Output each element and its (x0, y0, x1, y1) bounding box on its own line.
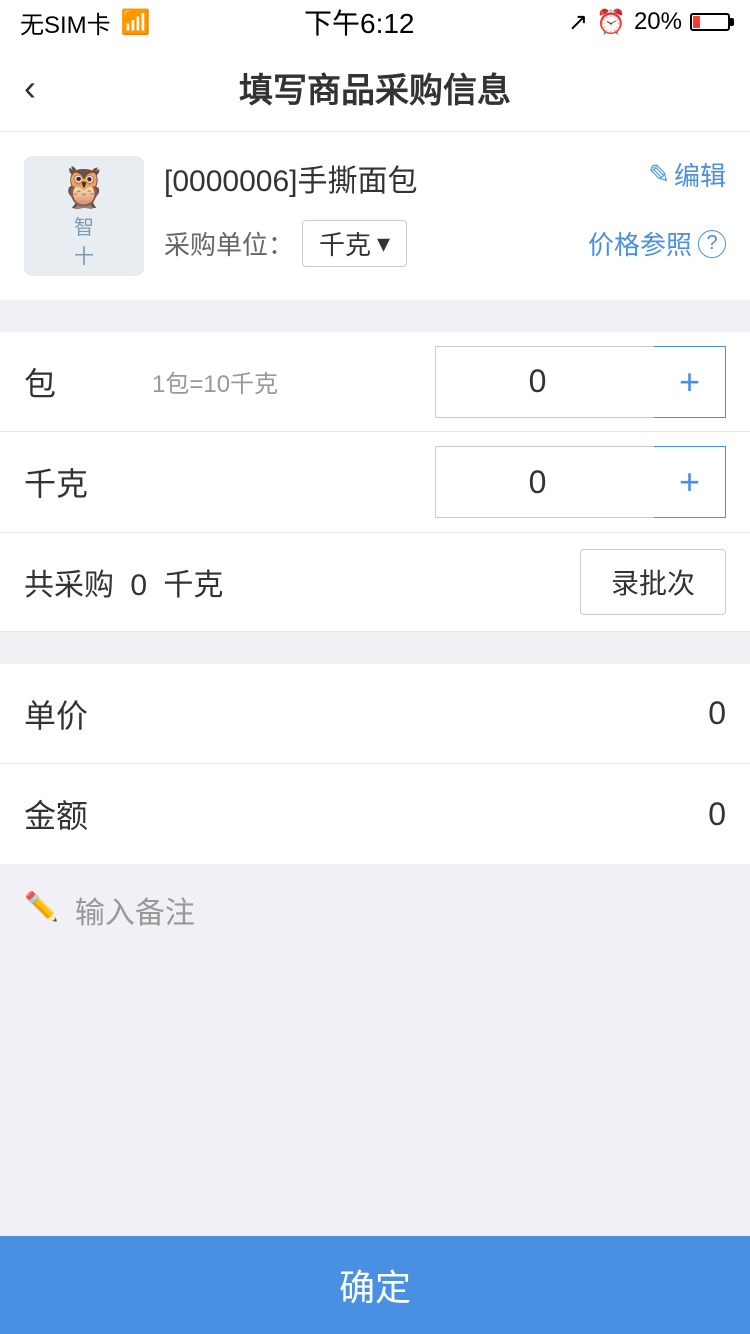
location-icon: ↗ (568, 8, 588, 37)
product-image: 🦉 智 十 (24, 156, 144, 276)
info-section: 单价 0 金额 0 (0, 664, 750, 864)
battery-percent: 20% (634, 8, 682, 36)
kg-field-wrap: + (435, 446, 726, 518)
unit-select-dropdown[interactable]: 千克 ▾ (302, 220, 407, 267)
help-icon: ? (698, 230, 726, 258)
kg-plus-button[interactable]: + (654, 446, 726, 518)
summary-amount: 0 (130, 569, 147, 602)
product-name-row: [0000006]手撕面包 ✎ 编辑 (164, 156, 726, 200)
bottom-spacer (0, 1064, 750, 1264)
product-info: [0000006]手撕面包 ✎ 编辑 采购单位： 千克 ▾ 价格参照 ? (164, 156, 726, 267)
batch-button[interactable]: 录批次 (580, 549, 726, 615)
status-bar: 无SIM卡 📶 下午6:12 ↗ ⏰ 20% (0, 0, 750, 44)
notes-placeholder-text: 输入备注 (75, 888, 195, 932)
status-left: 无SIM卡 📶 (20, 5, 151, 40)
package-input-row: 包 1包=10千克 + (0, 332, 750, 432)
confirm-button[interactable]: 确定 (0, 1236, 750, 1334)
amount-label: 金额 (24, 791, 88, 837)
kg-input-row: 千克 + (0, 432, 750, 532)
package-plus-button[interactable]: + (654, 346, 726, 418)
status-time: 下午6:12 (304, 2, 415, 42)
chevron-down-icon: ▾ (377, 228, 390, 259)
notes-section[interactable]: ✏️ 输入备注 (0, 864, 750, 1064)
back-button[interactable]: ‹ (24, 67, 36, 109)
section-divider-1 (0, 316, 750, 332)
product-unit-row: 采购单位： 千克 ▾ 价格参照 ? (164, 220, 726, 267)
unit-price-value: 0 (708, 695, 726, 732)
nav-bar: ‹ 填写商品采购信息 (0, 44, 750, 132)
product-logo-line1: 智 (74, 211, 94, 240)
amount-value: 0 (708, 796, 726, 833)
summary-row: 共采购 0 千克 录批次 (0, 532, 750, 632)
package-field-wrap: + (435, 346, 726, 418)
unit-prefix-label: 采购单位： (164, 225, 294, 262)
confirm-label: 确定 (339, 1259, 411, 1311)
edit-button[interactable]: ✎ 编辑 (648, 156, 726, 193)
price-reference-button[interactable]: 价格参照 ? (588, 225, 726, 262)
unit-label-wrap: 采购单位： 千克 ▾ (164, 220, 407, 267)
unit-price-label: 单价 (24, 691, 88, 737)
unit-select-value: 千克 (319, 225, 371, 262)
product-full-name: [0000006]手撕面包 (164, 156, 417, 200)
pencil-icon: ✏️ (24, 890, 59, 923)
price-ref-label: 价格参照 (588, 225, 692, 262)
summary-text: 共采购 0 千克 (24, 560, 223, 604)
alarm-icon: ⏰ (596, 8, 626, 37)
product-card: 🦉 智 十 [0000006]手撕面包 ✎ 编辑 采购单位： 千克 ▾ 价格参照… (0, 132, 750, 300)
input-section: 包 1包=10千克 + 千克 + (0, 332, 750, 532)
page-title: 填写商品采购信息 (239, 63, 511, 112)
summary-unit: 千克 (163, 569, 223, 602)
carrier-label: 无SIM卡 (20, 5, 111, 40)
package-label: 包 (24, 359, 144, 405)
status-right: ↗ ⏰ 20% (568, 8, 730, 37)
edit-icon: ✎ (648, 159, 670, 190)
product-logo-line2: 十 (74, 240, 94, 269)
kg-label: 千克 (24, 459, 144, 505)
summary-prefix: 共采购 (24, 569, 114, 602)
package-sublabel: 1包=10千克 (152, 364, 435, 399)
package-input[interactable] (435, 346, 655, 418)
battery-fill (693, 16, 700, 28)
product-logo-icon: 🦉 (59, 164, 109, 211)
amount-row: 金额 0 (0, 764, 750, 864)
kg-input[interactable] (435, 446, 655, 518)
battery-icon (690, 13, 730, 31)
unit-price-row: 单价 0 (0, 664, 750, 764)
wifi-icon: 📶 (121, 8, 151, 37)
section-divider-2 (0, 632, 750, 648)
edit-label: 编辑 (674, 156, 726, 193)
